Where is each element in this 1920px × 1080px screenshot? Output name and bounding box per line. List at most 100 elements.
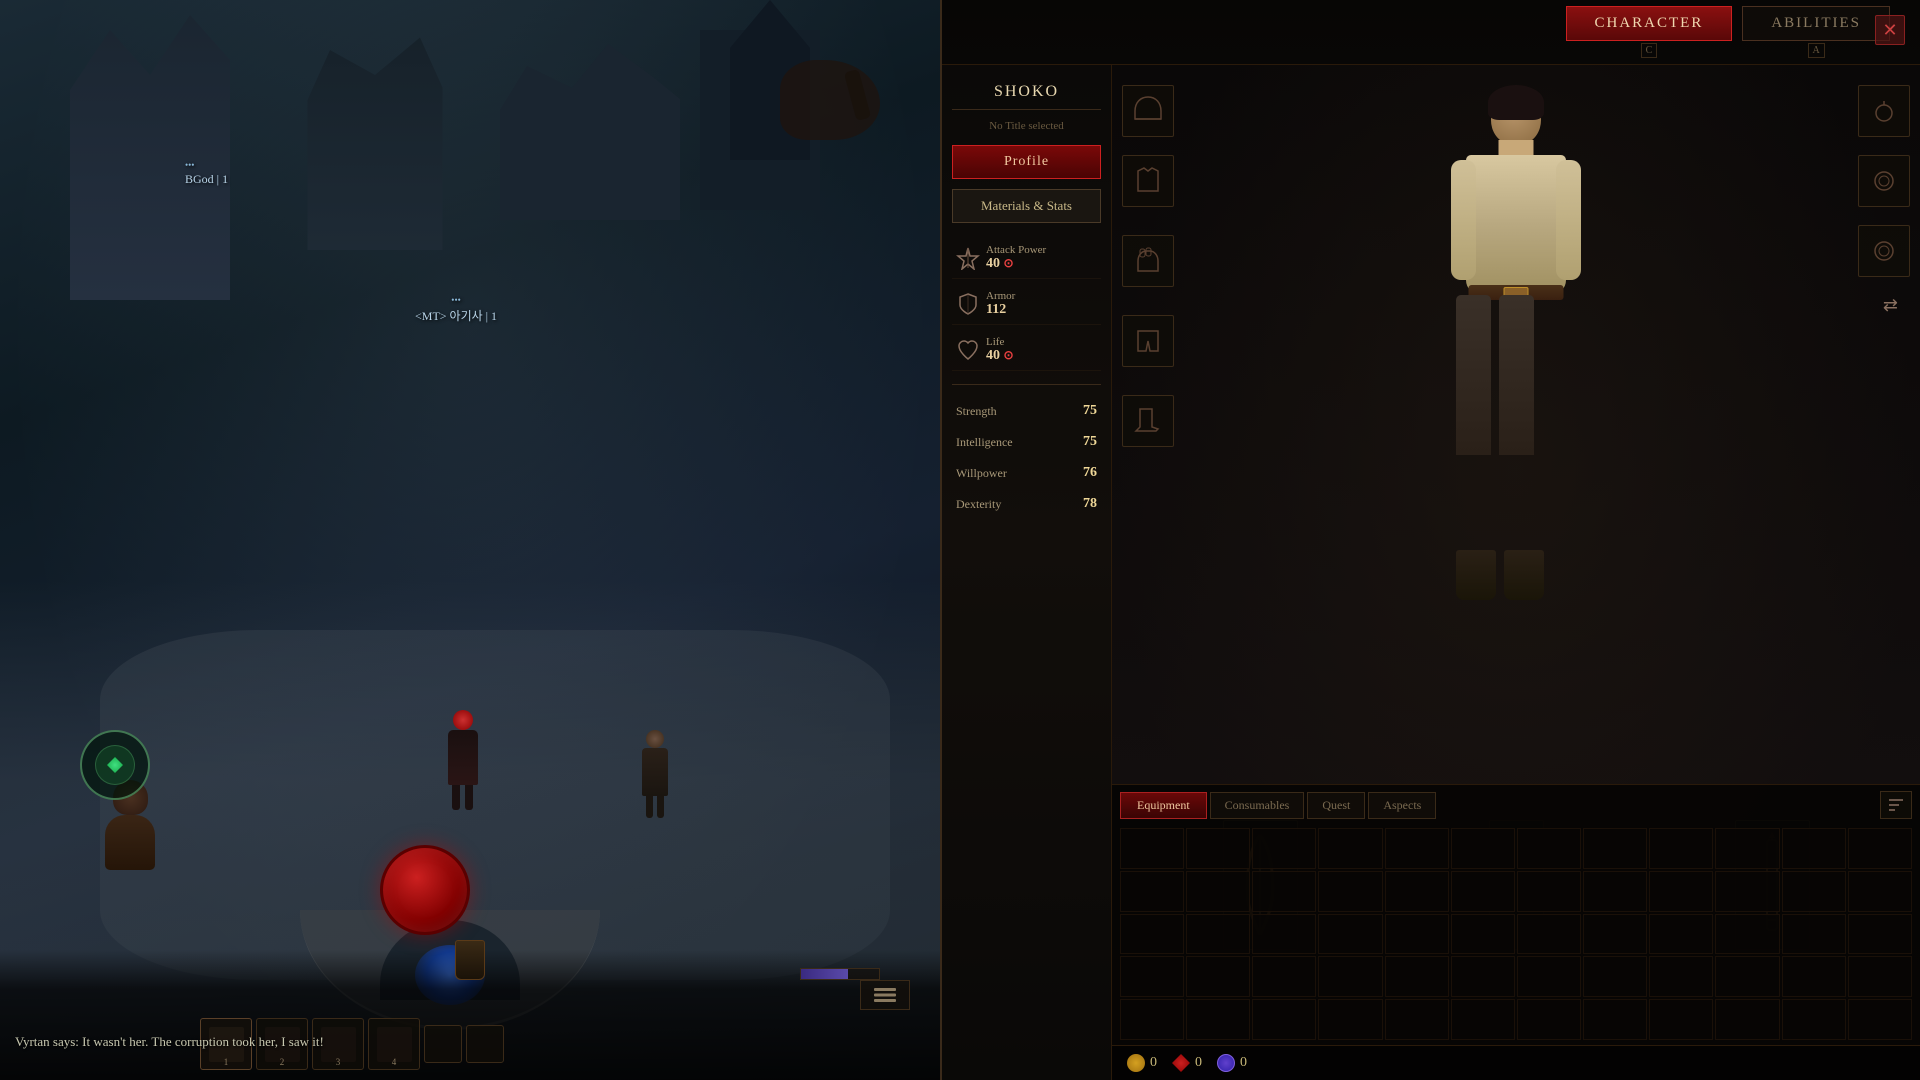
inv-cell[interactable] xyxy=(1649,828,1713,869)
inv-cell[interactable] xyxy=(1583,828,1647,869)
swap-weapons-button[interactable]: ⇄ xyxy=(1883,295,1898,316)
inv-cell[interactable] xyxy=(1782,828,1846,869)
inv-cell[interactable] xyxy=(1583,999,1647,1040)
inv-cell[interactable] xyxy=(1252,956,1316,997)
ring2-slot[interactable] xyxy=(1858,225,1910,277)
inv-cell[interactable] xyxy=(1318,871,1382,912)
inv-cell[interactable] xyxy=(1649,914,1713,955)
inv-cell[interactable] xyxy=(1782,956,1846,997)
inv-cell[interactable] xyxy=(1451,999,1515,1040)
consumables-tab[interactable]: Consumables xyxy=(1210,792,1305,819)
inv-cell[interactable] xyxy=(1451,828,1515,869)
inv-cell[interactable] xyxy=(1848,956,1912,997)
inv-cell[interactable] xyxy=(1252,871,1316,912)
inv-cell[interactable] xyxy=(1848,914,1912,955)
inv-cell[interactable] xyxy=(1318,956,1382,997)
pants-slot[interactable] xyxy=(1122,315,1174,367)
abilities-tab[interactable]: ABILITIES xyxy=(1742,6,1890,41)
skill-slot-5[interactable] xyxy=(424,1025,462,1063)
inv-cell[interactable] xyxy=(1318,828,1382,869)
skill-slot-4[interactable]: 4 xyxy=(368,1018,420,1070)
inv-cell[interactable] xyxy=(1782,914,1846,955)
character-panel: ✕ CHARACTER C ABILITIES A SHOKO No Title… xyxy=(940,0,1920,1080)
inv-cell[interactable] xyxy=(1451,871,1515,912)
inv-cell[interactable] xyxy=(1848,828,1912,869)
inv-cell[interactable] xyxy=(1186,828,1250,869)
armor-label: Armor xyxy=(986,290,1097,302)
minimap-compass xyxy=(80,730,150,800)
inv-cell[interactable] xyxy=(1451,914,1515,955)
willpower-value: 76 xyxy=(1083,465,1097,481)
inv-cell[interactable] xyxy=(1252,999,1316,1040)
close-button[interactable]: ✕ xyxy=(1875,15,1905,45)
inv-cell[interactable] xyxy=(1649,956,1713,997)
character-tab[interactable]: CHARACTER xyxy=(1566,6,1733,41)
inv-cell[interactable] xyxy=(1186,999,1250,1040)
inv-cell[interactable] xyxy=(1318,999,1382,1040)
essence-currency: 0 xyxy=(1217,1054,1247,1072)
inv-cell[interactable] xyxy=(1385,956,1449,997)
inv-cell[interactable] xyxy=(1517,999,1581,1040)
inv-cell[interactable] xyxy=(1186,914,1250,955)
inv-cell[interactable] xyxy=(1120,999,1184,1040)
quest-tab[interactable]: Quest xyxy=(1307,792,1365,819)
inv-cell[interactable] xyxy=(1252,828,1316,869)
inv-cell[interactable] xyxy=(1120,956,1184,997)
inv-cell[interactable] xyxy=(1583,956,1647,997)
materials-stats-button[interactable]: Materials & Stats xyxy=(952,189,1101,223)
inv-cell[interactable] xyxy=(1517,914,1581,955)
inv-cell[interactable] xyxy=(1385,999,1449,1040)
inv-cell[interactable] xyxy=(1517,828,1581,869)
gold-value: 0 xyxy=(1150,1055,1157,1071)
game-world: ••• BGod | 1 ••• <MT> 아기사 | 1 4/4 xyxy=(0,0,940,1080)
ring1-slot[interactable] xyxy=(1858,155,1910,207)
potion-slot[interactable] xyxy=(455,940,485,980)
inv-cell[interactable] xyxy=(1583,914,1647,955)
inv-cell[interactable] xyxy=(1715,999,1779,1040)
inv-cell[interactable] xyxy=(1186,956,1250,997)
skill-slot-6[interactable] xyxy=(466,1025,504,1063)
inv-cell[interactable] xyxy=(1649,999,1713,1040)
map-icon-btn[interactable] xyxy=(860,980,910,1010)
sort-button[interactable] xyxy=(1880,791,1912,819)
inv-cell[interactable] xyxy=(1715,871,1779,912)
strength-label: Strength xyxy=(956,404,997,419)
inv-cell[interactable] xyxy=(1782,999,1846,1040)
inv-cell[interactable] xyxy=(1517,956,1581,997)
inv-cell[interactable] xyxy=(1715,914,1779,955)
health-orb xyxy=(380,845,470,935)
life-row: Life 40 ⊙ xyxy=(952,330,1101,371)
inv-cell[interactable] xyxy=(1252,914,1316,955)
blood-currency: 0 xyxy=(1172,1054,1202,1072)
inv-cell[interactable] xyxy=(1385,871,1449,912)
profile-button[interactable]: Profile xyxy=(952,145,1101,179)
inv-cell[interactable] xyxy=(1120,871,1184,912)
inv-cell[interactable] xyxy=(1451,956,1515,997)
inv-cell[interactable] xyxy=(1715,828,1779,869)
inv-cell[interactable] xyxy=(1385,914,1449,955)
equipment-tab[interactable]: Equipment xyxy=(1120,792,1207,819)
intelligence-label: Intelligence xyxy=(956,435,1013,450)
inv-cell[interactable] xyxy=(1517,871,1581,912)
gloves-slot[interactable] xyxy=(1122,235,1174,287)
armor-icon xyxy=(956,292,980,316)
inv-cell[interactable] xyxy=(1385,828,1449,869)
chest-slot[interactable] xyxy=(1122,155,1174,207)
attack-power-label: Attack Power xyxy=(986,244,1097,256)
inv-cell[interactable] xyxy=(1782,871,1846,912)
inv-cell[interactable] xyxy=(1715,956,1779,997)
inv-cell[interactable] xyxy=(1120,914,1184,955)
inv-cell[interactable] xyxy=(1583,871,1647,912)
inv-cell[interactable] xyxy=(1318,914,1382,955)
amulet-slot[interactable] xyxy=(1858,85,1910,137)
inv-cell[interactable] xyxy=(1848,999,1912,1040)
helmet-slot[interactable] xyxy=(1122,85,1174,137)
chat-text: Vyrtan says: It wasn't her. The corrupti… xyxy=(15,1034,324,1050)
inv-cell[interactable] xyxy=(1649,871,1713,912)
resource-bar xyxy=(800,968,880,980)
aspects-tab[interactable]: Aspects xyxy=(1368,792,1436,819)
inv-cell[interactable] xyxy=(1186,871,1250,912)
inv-cell[interactable] xyxy=(1120,828,1184,869)
boots-slot[interactable] xyxy=(1122,395,1174,447)
inv-cell[interactable] xyxy=(1848,871,1912,912)
